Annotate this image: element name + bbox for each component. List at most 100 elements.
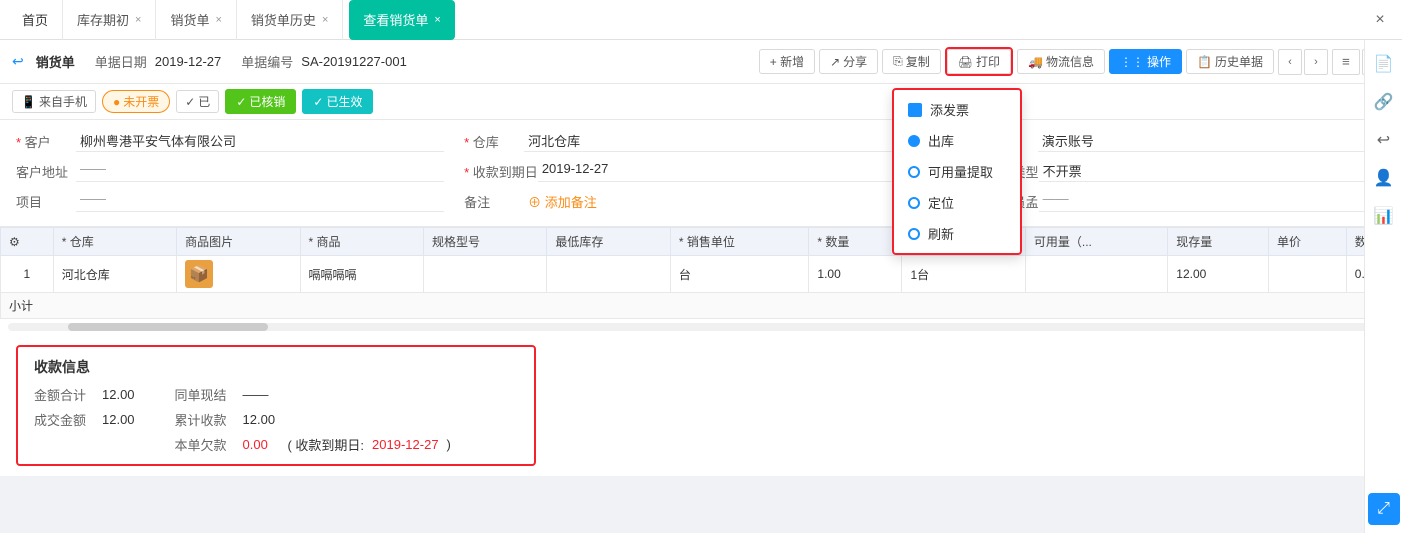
settings-icon: ⚙ [9, 235, 20, 249]
bottom-section: 收款信息 金额合计 12.00 成交金额 12.00 同单现结 —— 累计收款 [0, 335, 1402, 476]
mobile-icon: 📱 [21, 95, 36, 109]
menu-refresh[interactable]: 刷新 [894, 218, 1020, 249]
billtype-value: 不开票 [1039, 160, 1386, 182]
amount-total-label: 金额合计 [34, 385, 94, 404]
table-area: ⚙ * 仓库 商品图片 * 商品 规格型号 最低库存 * 销售单位 * 数量 包… [0, 227, 1402, 335]
cumulative-row: 累计收款 12.00 [175, 410, 451, 429]
doc-title: 销货单 [36, 52, 75, 71]
col-stock: 现存量 [1168, 228, 1269, 256]
tab-inventory-close[interactable]: × [135, 14, 141, 26]
second-toolbar: 📱 来自手机 ● 未开票 ✓ 已 ✓ 已核销 ✓ 已生效 [0, 84, 1402, 120]
form-row-1: 客户 柳州粤港平安气体有限公司 仓库 河北仓库 业务员 演示账号 [16, 130, 1386, 152]
tab-view-close[interactable]: × [434, 14, 440, 26]
menu-locate[interactable]: 定位 [894, 187, 1020, 218]
same-order-row: 同单现结 —— [175, 385, 451, 404]
row-pkg-qty: 1台 [902, 256, 1025, 293]
project-label: 项目 [16, 192, 76, 211]
print-button[interactable]: 🖨 打印 [947, 49, 1011, 74]
project-value[interactable]: —— [76, 190, 444, 212]
tab-inventory[interactable]: 库存期初 × [63, 0, 156, 40]
copy-button[interactable]: ⎘ 复制 [882, 49, 941, 74]
menu-add-invoice[interactable]: 添发票 [894, 94, 1020, 125]
warehouse-field: 仓库 河北仓库 [444, 130, 958, 152]
add-remark-button[interactable]: ⊕ 添加备注 [528, 192, 597, 211]
sidebar-doc-icon[interactable]: 📄 [1368, 48, 1400, 80]
payment-col-right: 同单现结 —— 累计收款 12.00 本单欠款 0.00 ( 收款到期日: 20… [175, 385, 451, 454]
scrollbar-thumb [68, 323, 268, 331]
col-unit: * 销售单位 [670, 228, 809, 256]
from-mobile-button[interactable]: 📱 来自手机 [12, 90, 96, 113]
num-value: SA-20191227-001 [301, 54, 407, 69]
warehouse-label: 仓库 [464, 132, 524, 151]
menu-available-qty[interactable]: 可用量提取 [894, 156, 1020, 187]
dot-icon: ● [113, 95, 120, 109]
cumulative-label: 累计收款 [175, 410, 235, 429]
project-field: 项目 —— [16, 190, 444, 212]
due-date-value: 2019-12-27 [372, 437, 439, 452]
horizontal-scrollbar[interactable] [8, 323, 1394, 331]
col-settings[interactable]: ⚙ [1, 228, 54, 256]
operate-dropdown: 添发票 出库 可用量提取 定位 刷新 [892, 88, 1022, 255]
row-img: 📦 [177, 256, 300, 293]
menu-outbound[interactable]: 出库 [894, 125, 1020, 156]
row-min-stock [547, 256, 670, 293]
sidebar-expand-icon[interactable]: ⤢ [1368, 493, 1400, 525]
available-qty-icon [908, 166, 920, 178]
sidebar-link-icon[interactable]: 🔗 [1368, 86, 1400, 118]
row-spec [423, 256, 546, 293]
main-toolbar: ↩ 销货单 单据日期 2019-12-27 单据编号 SA-20191227-0… [0, 40, 1402, 84]
row-num: 1 [1, 256, 54, 293]
table-body: 1 河北仓库 📦 嗝嗝嗝嗝 台 1.00 1台 12.00 0. [1, 256, 1402, 319]
address-value[interactable]: —— [76, 160, 444, 182]
print-icon: 🖨 [958, 55, 973, 69]
cancelled-button[interactable]: ✓ 已核销 [225, 89, 296, 114]
refresh-icon [908, 228, 920, 240]
remark-field: 备注 ⊕ 添加备注 [444, 192, 958, 211]
share-button[interactable]: ↗ 分享 [819, 49, 878, 74]
confirm-button[interactable]: ✓ 已 [176, 90, 219, 113]
customer-value[interactable]: 柳州粤港平安气体有限公司 [76, 130, 444, 152]
tab-bar: 首页 库存期初 × 销货单 × 销货单历史 × 查看销货单 × × [0, 0, 1402, 40]
list-view-button[interactable]: ≡ [1332, 49, 1360, 75]
payment-col-left: 金额合计 12.00 成交金额 12.00 [34, 385, 135, 454]
customer-field: 客户 柳州粤港平安气体有限公司 [16, 130, 444, 152]
add-invoice-icon [908, 103, 922, 117]
staffb-value: —— [1039, 190, 1386, 212]
tab-sales[interactable]: 销货单 × [156, 0, 236, 40]
col-qty: * 数量 [809, 228, 902, 256]
due-date-hint [276, 437, 280, 452]
payment-title: 收款信息 [34, 357, 518, 377]
col-min-stock: 最低库存 [547, 228, 670, 256]
row-price [1268, 256, 1346, 293]
next-button[interactable]: › [1304, 49, 1328, 75]
history-button[interactable]: 📋 历史单据 [1186, 49, 1274, 74]
tab-history[interactable]: 销货单历史 × [237, 0, 343, 40]
tab-sales-close[interactable]: × [215, 14, 221, 26]
doc-info: ↩ 销货单 单据日期 2019-12-27 单据编号 SA-20191227-0… [12, 52, 755, 71]
current-due-row: 本单欠款 0.00 ( 收款到期日: 2019-12-27 ) [175, 435, 451, 454]
paydate-field: 收款到期日 2019-12-27 [444, 160, 958, 182]
logistics-button[interactable]: 🚚 物流信息 [1017, 49, 1105, 74]
prev-button[interactable]: ‹ [1278, 49, 1302, 75]
tab-view-sales[interactable]: 查看销货单 × [349, 0, 454, 40]
tab-history-close[interactable]: × [322, 14, 328, 26]
form-row-2: 客户地址 —— 收款到期日 2019-12-27 票据类型 不开票 [16, 160, 1386, 182]
payment-box: 收款信息 金额合计 12.00 成交金额 12.00 同单现结 —— 累计收款 [16, 345, 536, 466]
action-buttons: + 新增 ↗ 分享 ⎘ 复制 🖨 打印 🚚 物流信息 ⋮⋮ 操作 📋 历史单据 [759, 47, 1390, 76]
payment-rows: 金额合计 12.00 成交金额 12.00 同单现结 —— 累计收款 12.00 [34, 385, 518, 454]
row-qty: 1.00 [809, 256, 902, 293]
doc-icon: ↩ [12, 53, 24, 70]
form-row-3: 项目 —— 备注 ⊕ 添加备注 业务员孟 —— [16, 190, 1386, 212]
outbound-icon [908, 135, 920, 147]
product-img-icon: 📦 [189, 264, 209, 284]
sidebar-chart-icon[interactable]: 📊 [1368, 200, 1400, 232]
operate-button[interactable]: ⋮⋮ 操作 [1109, 49, 1182, 74]
tab-home[interactable]: 首页 [8, 0, 63, 40]
window-close-button[interactable]: × [1366, 6, 1394, 34]
effective-button[interactable]: ✓ 已生效 [302, 89, 373, 114]
table-header: ⚙ * 仓库 商品图片 * 商品 规格型号 最低库存 * 销售单位 * 数量 包… [1, 228, 1402, 256]
sidebar-user-icon[interactable]: 👤 [1368, 162, 1400, 194]
sidebar-return-icon[interactable]: ↩ [1368, 124, 1400, 156]
new-button[interactable]: + 新增 [759, 49, 815, 74]
plus-icon: ⊕ [528, 195, 541, 210]
